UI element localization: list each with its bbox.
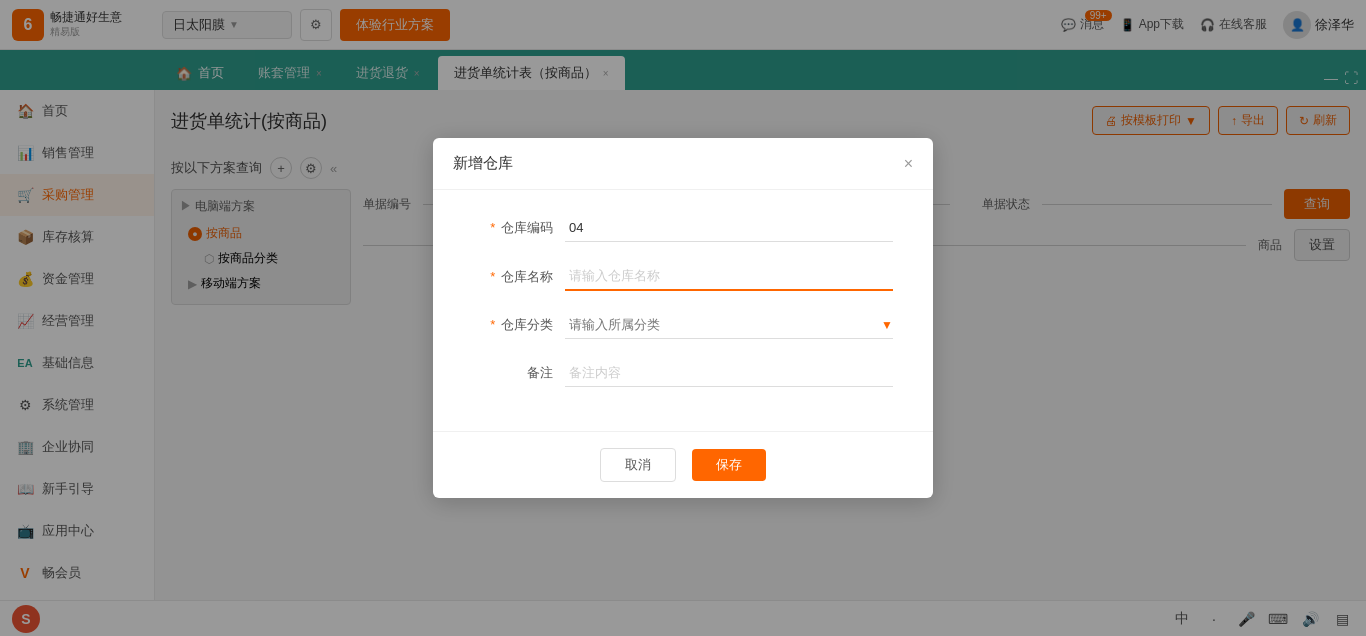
form-label-name: * 仓库名称 — [473, 268, 553, 286]
select-arrow-icon[interactable]: ▼ — [881, 318, 893, 332]
form-row-name: * 仓库名称 — [473, 262, 893, 291]
warehouse-name-input[interactable] — [565, 262, 893, 291]
required-star-category: * — [490, 317, 495, 332]
modal-overlay: 新增仓库 × * 仓库编码 * 仓库名称 — [0, 0, 1366, 636]
note-input[interactable] — [565, 359, 893, 387]
modal-title: 新增仓库 — [453, 154, 513, 173]
form-label-note: 备注 — [473, 364, 553, 382]
form-label-code: * 仓库编码 — [473, 219, 553, 237]
form-row-category: * 仓库分类 ▼ — [473, 311, 893, 339]
category-select-wrapper: ▼ — [565, 311, 893, 339]
modal-header: 新增仓库 × — [433, 138, 933, 190]
cancel-button[interactable]: 取消 — [600, 448, 676, 482]
save-button[interactable]: 保存 — [692, 449, 766, 481]
form-row-note: 备注 — [473, 359, 893, 387]
warehouse-code-input[interactable] — [565, 214, 893, 242]
required-star-name: * — [490, 269, 495, 284]
required-star-code: * — [490, 220, 495, 235]
modal-new-warehouse: 新增仓库 × * 仓库编码 * 仓库名称 — [433, 138, 933, 498]
form-label-category: * 仓库分类 — [473, 316, 553, 334]
category-input[interactable] — [565, 311, 881, 338]
modal-footer: 取消 保存 — [433, 431, 933, 498]
modal-body: * 仓库编码 * 仓库名称 * 仓库分类 — [433, 190, 933, 431]
modal-close-button[interactable]: × — [904, 155, 913, 173]
form-row-code: * 仓库编码 — [473, 214, 893, 242]
